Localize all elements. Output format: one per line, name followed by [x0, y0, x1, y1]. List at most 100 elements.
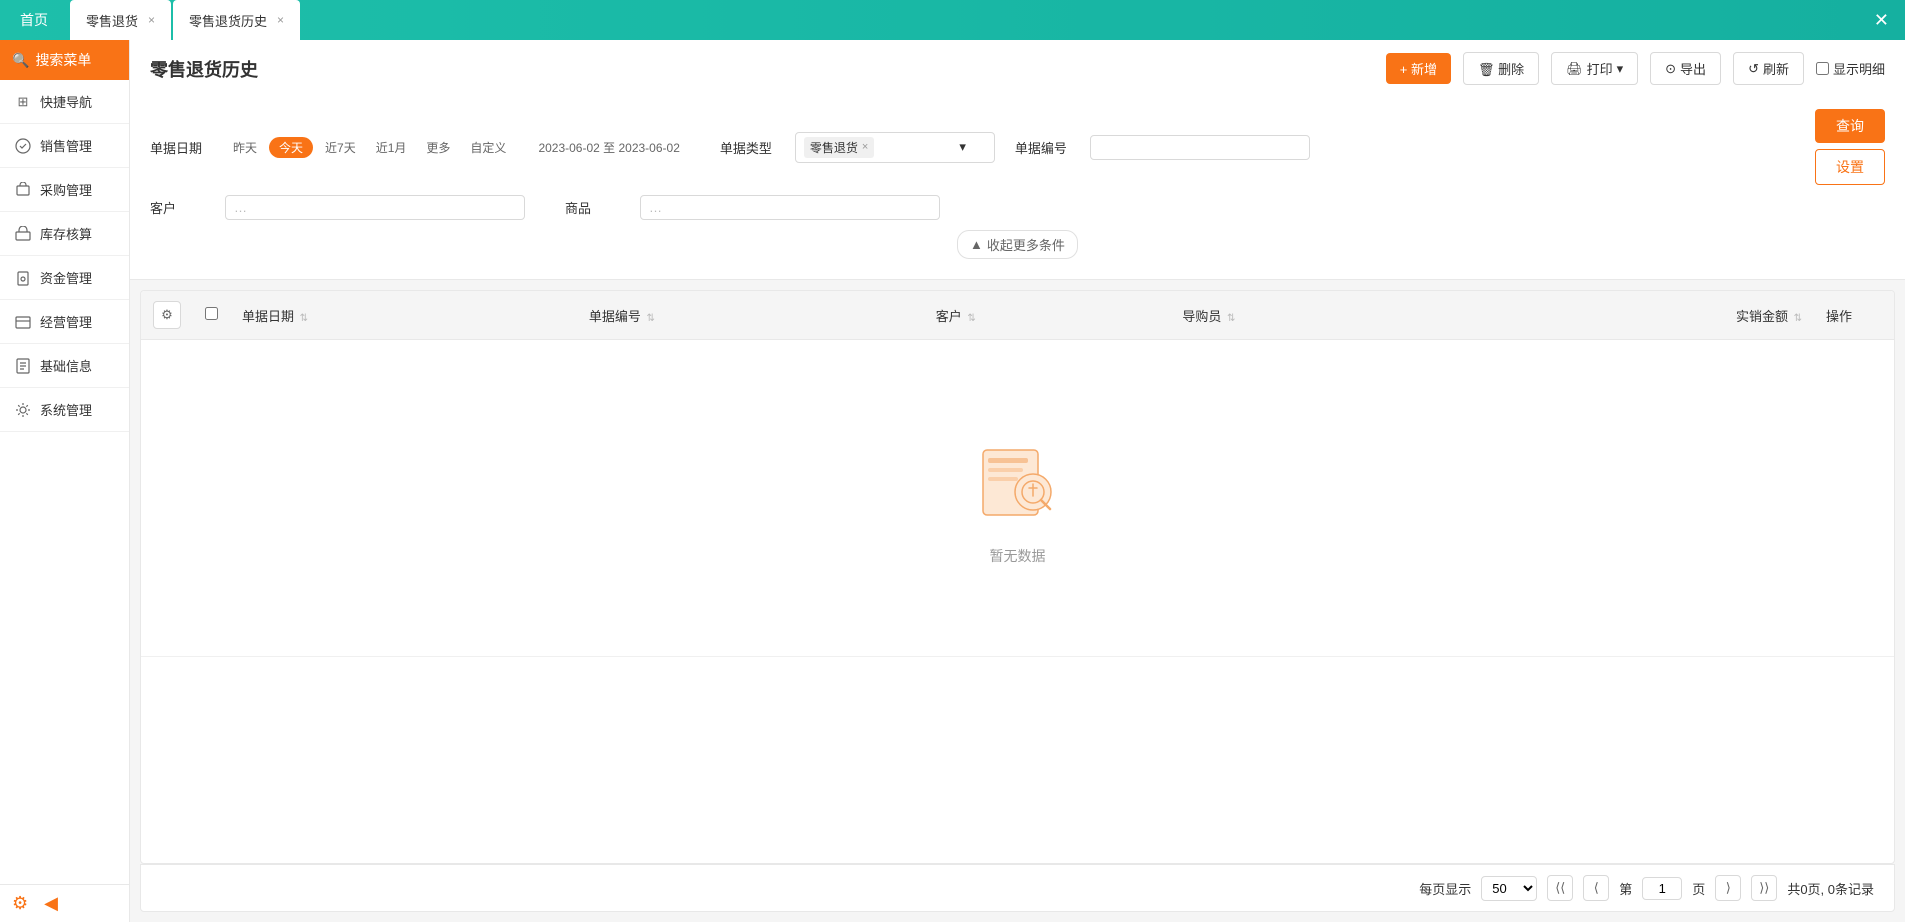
collapse-button[interactable]: ▲ 收起更多条件 — [957, 230, 1078, 259]
sidebar-item-finance[interactable]: 资金管理 — [0, 256, 129, 300]
date-btn-more[interactable]: 更多 — [418, 137, 458, 158]
empty-state-text: 暂无数据 — [990, 546, 1046, 566]
date-btn-7days[interactable]: 近7天 — [317, 137, 364, 158]
date-btn-today[interactable]: 今天 — [269, 137, 313, 158]
th-voucher-date[interactable]: 单据日期 ⇅ — [230, 291, 577, 340]
date-btn-1month[interactable]: 近1月 — [368, 137, 415, 158]
per-page-select[interactable]: 10 20 50 100 — [1481, 876, 1537, 901]
sidebar-item-operations[interactable]: 经营管理 — [0, 300, 129, 344]
empty-state: 暂无数据 — [153, 350, 1882, 646]
delete-button[interactable]: 🗑 删除 — [1463, 52, 1539, 85]
per-page-label: 每页显示 — [1419, 879, 1471, 898]
query-button[interactable]: 查询 — [1815, 109, 1885, 143]
show-detail-checkbox-label[interactable]: 显示明细 — [1816, 59, 1885, 78]
sidebar-item-system-mgmt[interactable]: 系统管理 — [0, 388, 129, 432]
page-number-input[interactable] — [1642, 877, 1682, 900]
settings-bottom-icon[interactable]: ⚙ — [12, 893, 28, 914]
tab-home[interactable]: 首页 — [0, 0, 68, 40]
th-voucher-no-label: 单据编号 — [589, 309, 641, 324]
sidebar-item-quick-nav[interactable]: ⊞ 快捷导航 — [0, 80, 129, 124]
th-voucher-date-sort-icon: ⇅ — [300, 313, 308, 324]
export-button[interactable]: ⊙ 导出 — [1650, 52, 1721, 85]
export-label: 导出 — [1680, 59, 1706, 78]
goods-label: 商品 — [565, 198, 620, 217]
voucher-type-chevron-icon: ▾ — [959, 139, 966, 155]
export-icon: ⊙ — [1665, 61, 1676, 77]
sidebar-item-inventory[interactable]: 库存核算 — [0, 212, 129, 256]
refresh-label: 刷新 — [1763, 59, 1789, 78]
page-unit: 页 — [1692, 879, 1705, 898]
th-actual-amount-label: 实销金额 — [1736, 309, 1788, 324]
th-customer[interactable]: 客户 ⇅ — [924, 291, 1171, 340]
page-title-row: 零售退货历史 + 新增 🗑 删除 🖨 打印 ▾ ⊙ 导出 ↺ — [150, 52, 1885, 85]
voucher-type-tag-close[interactable]: × — [862, 141, 868, 153]
th-guide-sort-icon: ⇅ — [1227, 313, 1235, 324]
voucher-type-label: 单据类型 — [720, 138, 775, 157]
customer-select[interactable]: … — [225, 195, 525, 220]
page-header: 零售退货历史 + 新增 🗑 删除 🖨 打印 ▾ ⊙ 导出 ↺ — [130, 40, 1905, 280]
voucher-no-input[interactable] — [1090, 135, 1310, 160]
page-next-button[interactable]: ⟩ — [1715, 875, 1741, 901]
page-first-button[interactable]: ⟨⟨ — [1547, 875, 1573, 901]
voucher-type-tag-text: 零售退货 — [810, 139, 858, 156]
sidebar-item-operations-label: 经营管理 — [40, 312, 92, 331]
th-actions: 操作 — [1814, 291, 1894, 340]
page-text: 第 — [1619, 879, 1632, 898]
table-settings-gear[interactable]: ⚙ — [153, 301, 181, 329]
sidebar-item-base-info[interactable]: 基础信息 — [0, 344, 129, 388]
sidebar-item-purchase-mgmt-label: 采购管理 — [40, 180, 92, 199]
page-prev-button[interactable]: ⟨ — [1583, 875, 1609, 901]
audio-bottom-icon[interactable]: ◀ — [44, 893, 58, 914]
new-button[interactable]: + 新增 — [1386, 53, 1451, 84]
sidebar-item-finance-label: 资金管理 — [40, 268, 92, 287]
empty-state-icon — [968, 430, 1068, 530]
customer-placeholder: … — [234, 200, 247, 215]
sidebar-item-purchase-mgmt[interactable]: 采购管理 — [0, 168, 129, 212]
total-text: 共0页, 0条记录 — [1787, 879, 1874, 898]
sidebar-item-inventory-label: 库存核算 — [40, 224, 92, 243]
table-area: ⚙ 单据日期 ⇅ 单据编号 ⇅ — [140, 290, 1895, 864]
th-settings: ⚙ — [141, 291, 193, 340]
th-actual-amount[interactable]: 实销金额 ⇅ — [1467, 291, 1814, 340]
date-btn-custom[interactable]: 自定义 — [462, 137, 514, 158]
tab-retail-return-history[interactable]: 零售退货历史 × — [173, 0, 300, 40]
home-icon: ⊞ — [14, 93, 32, 111]
sidebar-item-system-mgmt-label: 系统管理 — [40, 400, 92, 419]
print-icon: 🖨 — [1566, 61, 1583, 77]
search-icon: 🔍 — [12, 52, 29, 69]
inventory-icon — [14, 225, 32, 243]
page-title: 零售退货历史 — [150, 56, 258, 82]
th-actual-amount-sort-icon: ⇅ — [1794, 313, 1802, 324]
filter-settings-button[interactable]: 设置 — [1815, 149, 1885, 185]
date-btn-yesterday[interactable]: 昨天 — [225, 137, 265, 158]
sidebar-bottom: ⚙ ◀ — [0, 884, 129, 922]
tab-retail-return-close[interactable]: × — [148, 13, 155, 27]
sidebar-item-sales-mgmt[interactable]: 销售管理 — [0, 124, 129, 168]
tab-retail-return[interactable]: 零售退货 × — [70, 0, 171, 40]
page-last-button[interactable]: ⟩⟩ — [1751, 875, 1777, 901]
collapse-label: 收起更多条件 — [987, 235, 1065, 254]
empty-state-cell: 暂无数据 — [141, 340, 1894, 657]
sidebar: 🔍 搜索菜单 ⊞ 快捷导航 销售管理 采购管理 库存核算 — [0, 40, 130, 922]
print-button[interactable]: 🖨 打印 ▾ — [1551, 52, 1638, 85]
show-detail-checkbox[interactable] — [1816, 62, 1829, 75]
refresh-button[interactable]: ↺ 刷新 — [1733, 52, 1804, 85]
goods-select[interactable]: … — [640, 195, 940, 220]
window-close-button[interactable]: ✕ — [1858, 10, 1905, 31]
th-customer-label: 客户 — [936, 309, 962, 324]
sidebar-search[interactable]: 🔍 搜索菜单 — [0, 40, 129, 80]
tab-area: 首页 零售退货 × 零售退货历史 × — [0, 0, 1858, 40]
tab-retail-return-history-close[interactable]: × — [277, 13, 284, 27]
sidebar-item-sales-mgmt-label: 销售管理 — [40, 136, 92, 155]
voucher-type-select[interactable]: 零售退货 × ▾ — [795, 132, 995, 163]
refresh-icon: ↺ — [1748, 61, 1759, 77]
print-label: 打印 — [1587, 59, 1613, 78]
sidebar-item-quick-nav-label: 快捷导航 — [40, 92, 92, 111]
main-layout: 🔍 搜索菜单 ⊞ 快捷导航 销售管理 采购管理 库存核算 — [0, 40, 1905, 922]
select-all-checkbox[interactable] — [205, 307, 218, 320]
voucher-no-label: 单据编号 — [1015, 138, 1070, 157]
operations-icon — [14, 313, 32, 331]
th-guide[interactable]: 导购员 ⇅ — [1170, 291, 1467, 340]
show-detail-label: 显示明细 — [1833, 59, 1885, 78]
th-voucher-no[interactable]: 单据编号 ⇅ — [577, 291, 924, 340]
